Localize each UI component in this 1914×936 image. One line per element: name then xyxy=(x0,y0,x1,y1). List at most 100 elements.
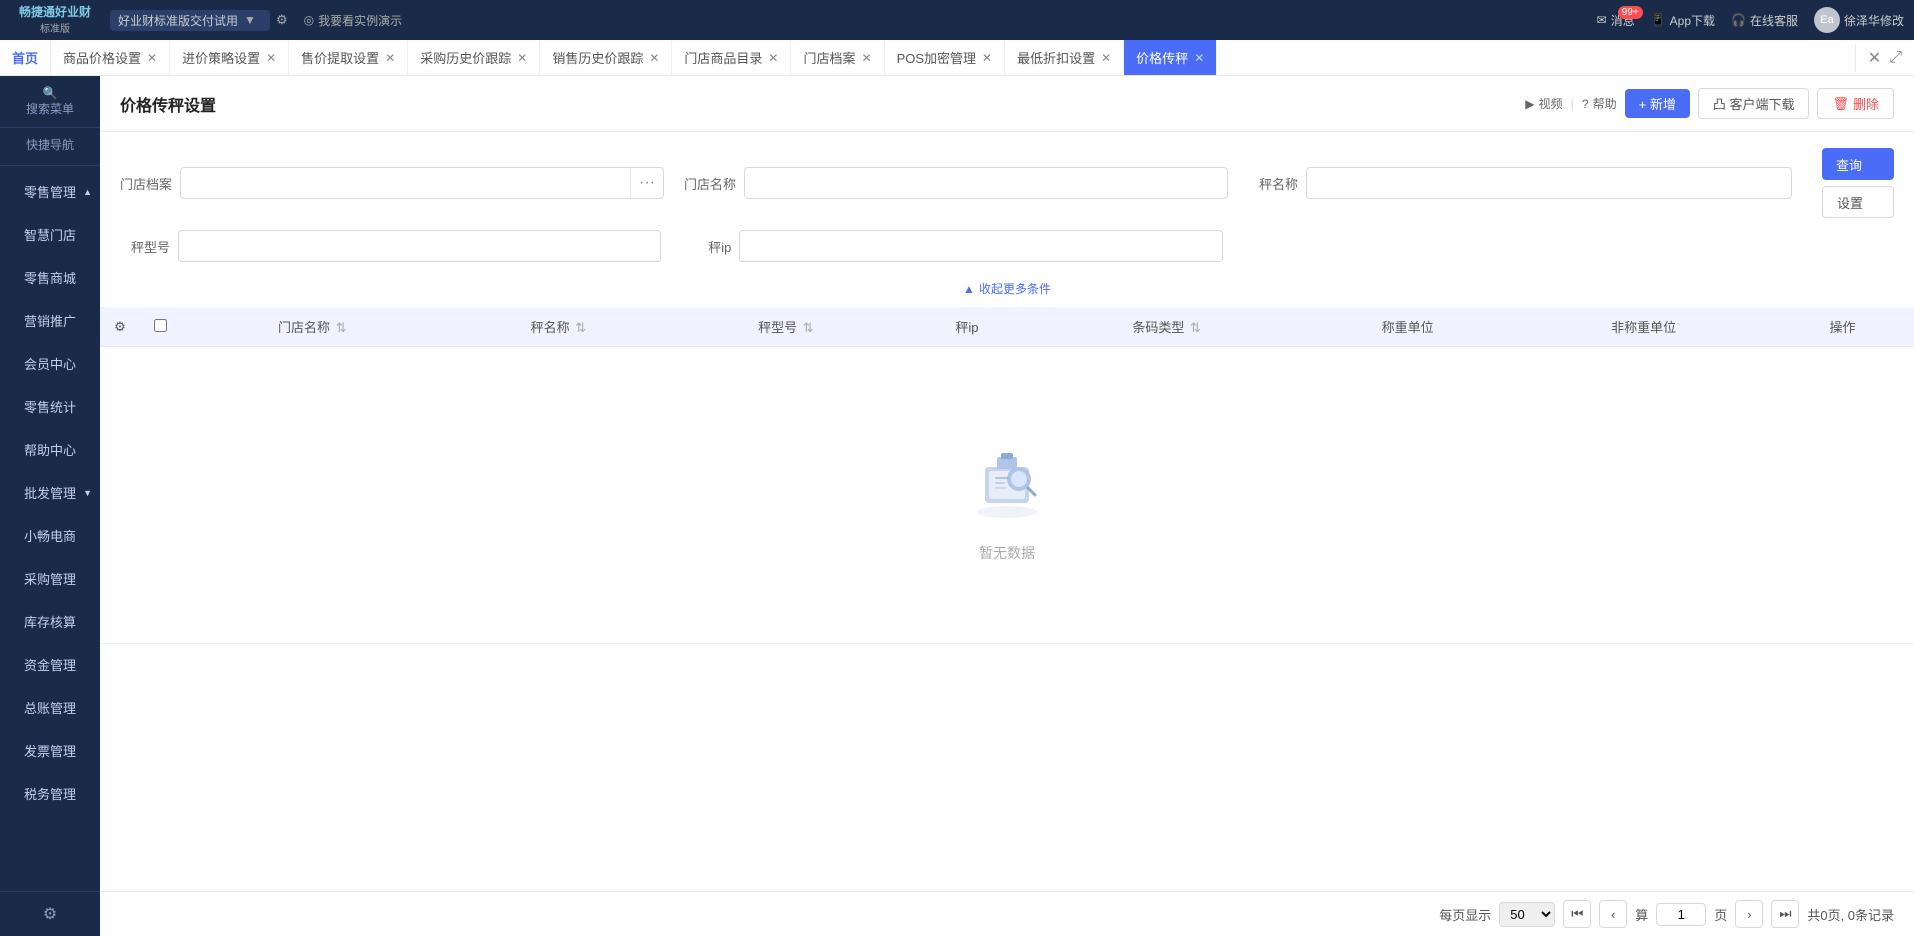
sidebar-divider xyxy=(0,165,100,166)
last-page-button[interactable]: ⏭ xyxy=(1771,900,1799,928)
th-settings: ⚙ xyxy=(100,307,140,347)
sort-icon[interactable]: ⇅ xyxy=(803,320,814,335)
th-scale-name: 秤名称 ⇅ xyxy=(445,307,672,347)
sidebar-item-invoice[interactable]: 发票管理 xyxy=(0,729,100,772)
message-button[interactable]: ✉ 消息 99+ xyxy=(1597,12,1635,29)
tab-purchase-strategy[interactable]: 进价策略设置 ✕ xyxy=(170,40,289,76)
close-icon[interactable]: ✕ xyxy=(1194,51,1204,65)
th-checkbox xyxy=(140,307,180,347)
close-icon[interactable]: ✕ xyxy=(385,51,395,65)
empty-illustration xyxy=(957,427,1057,527)
page-label: 页 xyxy=(1714,905,1727,924)
close-icon[interactable]: ✕ xyxy=(517,51,527,65)
demo-link[interactable]: ◎ 我要看实例演示 xyxy=(304,12,403,29)
tab-pos[interactable]: POS加密管理 ✕ xyxy=(885,40,1006,76)
empty-state: 暂无数据 xyxy=(100,347,1914,643)
table-body: 暂无数据 xyxy=(100,347,1914,644)
avatar: Ea xyxy=(1814,7,1840,33)
scale-ip-input[interactable] xyxy=(739,230,1222,262)
tab-goods-price[interactable]: 商品价格设置 ✕ xyxy=(51,40,170,76)
version-selector[interactable]: 好业财标准版交付试用 ▼ xyxy=(110,10,270,31)
sort-icon[interactable]: ⇅ xyxy=(1190,320,1201,335)
scale-model-input[interactable] xyxy=(178,230,661,262)
eye-icon: ◎ xyxy=(304,13,314,27)
filter-actions: 查询 设置 xyxy=(1822,148,1894,218)
service-label: 在线客服 xyxy=(1750,12,1798,29)
sidebar-item-purchase[interactable]: 采购管理 xyxy=(0,557,100,600)
sidebar-search[interactable]: 🔍 搜索菜单 xyxy=(0,76,100,128)
scale-ip-label: 秤ip xyxy=(681,237,731,256)
th-scale-ip: 秤ip xyxy=(900,307,1035,347)
first-page-button[interactable]: ⏮ xyxy=(1563,900,1591,928)
sidebar-item-smart-store[interactable]: 智慧门店 xyxy=(0,213,100,256)
page-size-select[interactable]: 10 20 50 100 xyxy=(1499,902,1555,927)
sort-icon[interactable]: ⇅ xyxy=(336,320,347,335)
dots-button[interactable]: ··· xyxy=(630,168,663,198)
sidebar-item-retail[interactable]: 零售管理 xyxy=(0,170,100,213)
tab-min-discount[interactable]: 最低折扣设置 ✕ xyxy=(1005,40,1124,76)
sort-icon[interactable]: ⇅ xyxy=(575,320,586,335)
prev-page-button[interactable]: ‹ xyxy=(1599,900,1627,928)
close-icon[interactable]: ✕ xyxy=(1101,51,1111,65)
tab-purchase-history[interactable]: 采购历史价跟踪 ✕ xyxy=(408,40,540,76)
sidebar-quick-nav[interactable]: 快捷导航 xyxy=(0,128,100,161)
tab-sale-price[interactable]: 售价提取设置 ✕ xyxy=(289,40,408,76)
close-icon[interactable]: ✕ xyxy=(768,51,778,65)
close-icon[interactable]: ✕ xyxy=(147,51,157,65)
user-menu[interactable]: Ea 徐泽华修改 xyxy=(1814,7,1904,33)
store-archive-input[interactable] xyxy=(181,167,630,199)
setting-icon[interactable]: ⚙ xyxy=(276,12,288,28)
sidebar-item-help[interactable]: 帮助中心 xyxy=(0,428,100,471)
store-name-input[interactable] xyxy=(744,167,1228,199)
close-icon[interactable]: ✕ xyxy=(266,51,276,65)
sidebar-item-ecommerce[interactable]: 小畅电商 xyxy=(0,514,100,557)
tab-price-scale[interactable]: 价格传秤 ✕ xyxy=(1124,40,1217,76)
help-link[interactable]: ? 帮助 xyxy=(1582,95,1617,112)
tab-store-catalog[interactable]: 门店商品目录 ✕ xyxy=(672,40,791,76)
close-icon[interactable]: ✕ xyxy=(649,51,659,65)
select-all-checkbox[interactable] xyxy=(154,319,167,332)
sidebar-item-retail-mall[interactable]: 零售商城 xyxy=(0,256,100,299)
close-icon[interactable]: ✕ xyxy=(982,51,992,65)
tab-store-archive[interactable]: 门店档案 ✕ xyxy=(791,40,884,76)
sidebar-item-tax[interactable]: 税务管理 xyxy=(0,772,100,815)
close-icon[interactable]: ✕ xyxy=(862,51,872,65)
page-input[interactable]: 1 xyxy=(1656,903,1706,926)
sidebar-item-retail-stats[interactable]: 零售统计 xyxy=(0,385,100,428)
app-title: 畅捷通好业财 xyxy=(19,5,91,19)
chevron-up-icon: ▲ xyxy=(963,282,975,296)
sidebar-item-member[interactable]: 会员中心 xyxy=(0,342,100,385)
main-layout: 🔍 搜索菜单 快捷导航 零售管理 智慧门店 零售商城 营销推广 会员中心 零售统… xyxy=(0,76,1914,936)
add-button[interactable]: + 新增 xyxy=(1625,89,1690,118)
user-name: 徐泽华修改 xyxy=(1844,12,1904,29)
app-logo: 畅捷通好业财 标准版 xyxy=(10,5,100,34)
sidebar-item-marketing[interactable]: 营销推广 xyxy=(0,299,100,342)
tab-home[interactable]: 首页 xyxy=(0,40,51,76)
query-button[interactable]: 查询 xyxy=(1822,148,1894,180)
next-page-button[interactable]: › xyxy=(1735,900,1763,928)
collapse-button[interactable]: ▲ 收起更多条件 xyxy=(963,280,1051,297)
delete-button[interactable]: 🗑 删除 xyxy=(1817,88,1894,119)
sidebar-item-inventory[interactable]: 库存核算 xyxy=(0,600,100,643)
video-link[interactable]: ▶ 视频 xyxy=(1525,95,1562,112)
app-sub: 标准版 xyxy=(40,20,70,35)
scale-model-label: 秤型号 xyxy=(120,237,170,256)
download-button[interactable]: 凸 客户端下载 xyxy=(1698,88,1810,119)
sidebar-item-finance[interactable]: 资金管理 xyxy=(0,643,100,686)
content-area: 价格传秤设置 ▶ 视频 | ? 帮助 + 新增 凸 客户端下载 xyxy=(100,76,1914,936)
setting-button[interactable]: 设置 xyxy=(1822,186,1894,218)
table-head: ⚙ 门店名称 ⇅ 秤名称 ⇅ xyxy=(100,307,1914,347)
close-tab-button[interactable]: ✕ xyxy=(1864,44,1885,72)
store-archive-label: 门店档案 xyxy=(120,174,172,193)
app-download-button[interactable]: 📱 App下载 xyxy=(1651,12,1715,29)
tab-sale-history[interactable]: 销售历史价跟踪 ✕ xyxy=(540,40,672,76)
scale-name-input[interactable] xyxy=(1306,167,1792,199)
sidebar-settings-icon[interactable]: ⚙ xyxy=(0,891,100,936)
service-button[interactable]: 🎧 在线客服 xyxy=(1731,12,1798,29)
sidebar-item-ledger[interactable]: 总账管理 xyxy=(0,686,100,729)
page-title-row: 价格传秤设置 ▶ 视频 | ? 帮助 + 新增 凸 客户端下载 xyxy=(120,88,1894,119)
settings-icon[interactable]: ⚙ xyxy=(114,319,126,334)
sidebar-item-wholesale[interactable]: 批发管理 xyxy=(0,471,100,514)
message-icon: ✉ xyxy=(1597,13,1607,27)
maximize-tab-button[interactable]: ⤢ xyxy=(1885,45,1906,71)
